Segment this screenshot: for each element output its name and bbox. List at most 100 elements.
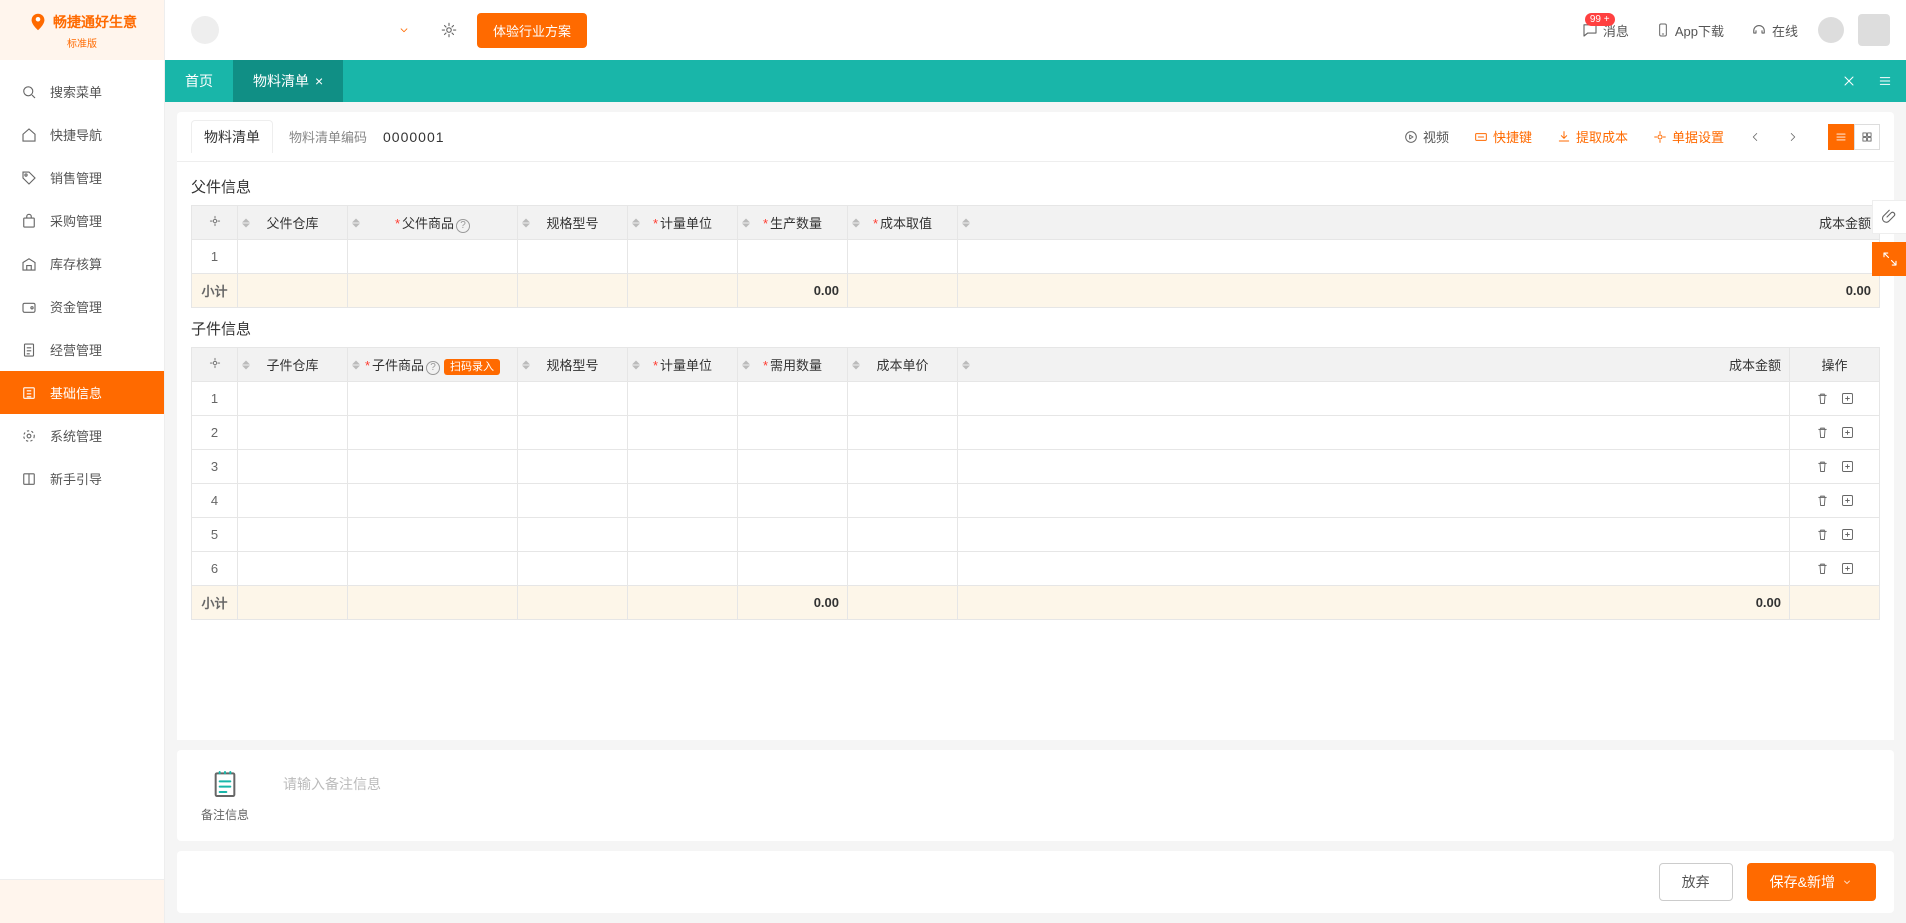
sidebar-item-basedata[interactable]: 基础信息 [0,371,164,414]
download-button[interactable]: App下载 [1649,17,1730,44]
parent-col-product[interactable]: *父件商品? [348,206,518,240]
table-row[interactable]: 3 [192,450,1880,484]
add-row-icon[interactable] [1840,527,1855,542]
add-row-icon[interactable] [1840,459,1855,474]
sidebar-item-label: 新手引导 [50,469,102,488]
parent-col-qty[interactable]: *生产数量 [738,206,848,240]
support-avatar[interactable] [1818,17,1844,43]
online-support-button[interactable]: 在线 [1744,17,1804,44]
sidebar-footer [0,879,164,923]
row-number: 5 [192,518,238,552]
gear-icon [440,21,458,39]
save-new-label: 保存&新增 [1770,872,1835,892]
child-col-cost-price[interactable]: 成本单价 [848,348,958,382]
parent-subtotal-row: 小计 0.00 0.00 [192,274,1880,308]
child-col-unit[interactable]: *计量单位 [628,348,738,382]
user-avatar[interactable] [1858,14,1890,46]
child-col-product[interactable]: *子件商品?扫码录入 [348,348,518,382]
sidebar-item-sales[interactable]: 销售管理 [0,156,164,199]
sidebar-item-search[interactable]: 搜索菜单 [0,70,164,113]
extract-cost-button[interactable]: 提取成本 [1552,125,1632,148]
row-number: 2 [192,416,238,450]
sidebar-item-funds[interactable]: 资金管理 [0,285,164,328]
sidebar-item-system[interactable]: 系统管理 [0,414,164,457]
sidebar-item-label: 销售管理 [50,168,102,187]
table-row[interactable]: 1 [192,382,1880,416]
discard-button[interactable]: 放弃 [1659,863,1733,901]
parent-col-unit[interactable]: *计量单位 [628,206,738,240]
scan-input-tag[interactable]: 扫码录入 [444,359,500,375]
org-settings-button[interactable] [435,16,463,44]
sidebar-item-quicknav[interactable]: 快捷导航 [0,113,164,156]
table-row[interactable]: 2 [192,416,1880,450]
child-col-need-qty[interactable]: *需用数量 [738,348,848,382]
parent-col-spec[interactable]: 规格型号 [518,206,628,240]
add-row-icon[interactable] [1840,425,1855,440]
view-grid-button[interactable] [1854,124,1880,150]
child-col-cost-amount[interactable]: 成本金额 [958,348,1790,382]
child-col-settings[interactable] [192,348,238,382]
tab-close-button[interactable]: × [315,73,323,89]
sidebar: 畅捷通好生意 标准版 搜索菜单 快捷导航 销售管理 采购管理 库存核算 资金管理… [0,0,165,923]
remarks-input[interactable] [279,768,1876,801]
parent-col-settings[interactable] [192,206,238,240]
close-all-tabs-button[interactable] [1834,66,1864,96]
tab-bom[interactable]: 物料清单 × [233,60,343,102]
video-button[interactable]: 视频 [1399,125,1453,148]
attachment-button[interactable] [1872,200,1906,234]
sidebar-item-guide[interactable]: 新手引导 [0,457,164,500]
delete-icon[interactable] [1815,425,1830,440]
tab-home[interactable]: 首页 [165,60,233,102]
fullscreen-button[interactable] [1872,242,1906,276]
video-label: 视频 [1423,127,1449,146]
menu-icon [1877,73,1893,89]
table-row[interactable]: 4 [192,484,1880,518]
table-row[interactable]: 6 [192,552,1880,586]
tag-icon [20,169,38,187]
delete-icon[interactable] [1815,493,1830,508]
tabstrip-menu-button[interactable] [1870,66,1900,96]
shortcut-button[interactable]: 快捷键 [1469,125,1536,148]
help-icon[interactable]: ? [426,361,440,375]
sidebar-item-label: 搜索菜单 [50,82,102,101]
delete-icon[interactable] [1815,561,1830,576]
warehouse-icon [20,255,38,273]
bag-icon [20,212,38,230]
view-list-button[interactable] [1828,124,1854,150]
child-col-spec[interactable]: 规格型号 [518,348,628,382]
delete-icon[interactable] [1815,459,1830,474]
add-row-icon[interactable] [1840,493,1855,508]
tab-label: 物料清单 [253,71,309,91]
table-row[interactable]: 1 [192,240,1880,274]
parent-col-cost-method[interactable]: *成本取值 [848,206,958,240]
sidebar-item-operations[interactable]: 经营管理 [0,328,164,371]
table-row[interactable]: 5 [192,518,1880,552]
parent-col-warehouse[interactable]: 父件仓库 [238,206,348,240]
sidebar-item-purchase[interactable]: 采购管理 [0,199,164,242]
phone-icon [1655,22,1671,38]
org-selector[interactable] [181,12,421,48]
cta-button[interactable]: 体验行业方案 [477,13,587,48]
delete-icon[interactable] [1815,391,1830,406]
messages-button[interactable]: 99 + 消息 [1575,17,1635,44]
doc-settings-button[interactable]: 单据设置 [1648,125,1728,148]
prev-doc-button[interactable] [1744,126,1766,148]
tabstrip: 首页 物料清单 × [165,60,1906,102]
sidebar-item-inventory[interactable]: 库存核算 [0,242,164,285]
add-row-icon[interactable] [1840,391,1855,406]
delete-icon[interactable] [1815,527,1830,542]
parent-section-title: 父件信息 [191,176,1880,197]
next-doc-button[interactable] [1782,126,1804,148]
child-col-warehouse[interactable]: 子件仓库 [238,348,348,382]
save-new-button[interactable]: 保存&新增 [1747,863,1876,901]
help-icon[interactable]: ? [456,219,470,233]
add-row-icon[interactable] [1840,561,1855,576]
chevron-left-icon [1748,130,1762,144]
child-col-action: 操作 [1790,348,1880,382]
list-icon [1834,130,1848,144]
chevron-down-icon [1841,876,1853,888]
parent-col-cost-amount[interactable]: 成本金额 [958,206,1880,240]
topbar: 体验行业方案 99 + 消息 App下载 在线 [165,0,1906,60]
row-actions-cell [1790,484,1880,518]
close-icon [1841,73,1857,89]
